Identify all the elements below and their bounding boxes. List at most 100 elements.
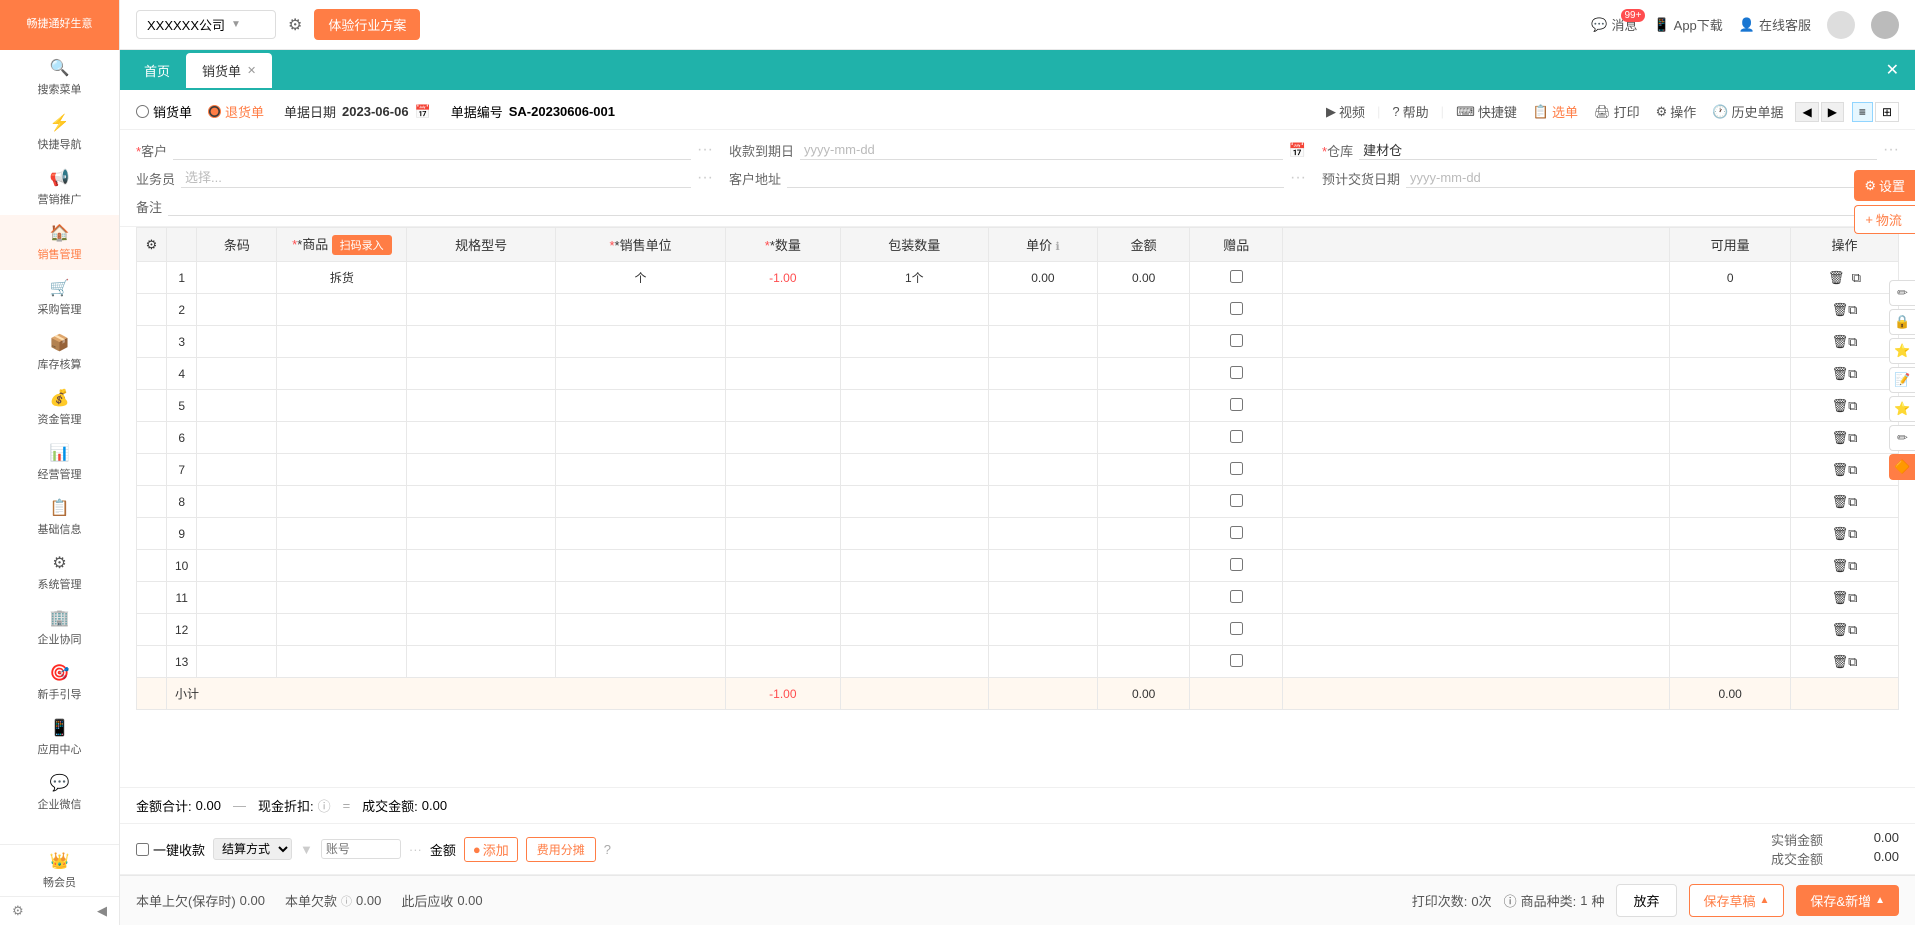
row-amount-cell[interactable]: 0.00 [1097,262,1190,294]
addr-more-icon[interactable]: ··· [1290,169,1306,187]
next-page-button[interactable]: ▶ [1821,102,1844,122]
delete-row-icon[interactable]: 🗑 [1832,558,1849,573]
customer-input[interactable] [173,140,691,160]
copy-row-icon[interactable]: ⧉ [1848,334,1857,349]
customer-addr-input[interactable] [787,168,1284,188]
help-button[interactable]: ? 帮助 [1388,100,1432,123]
warehouse-input[interactable] [1359,140,1877,160]
app-download-button[interactable]: 📱 App下载 [1653,15,1722,34]
sale-radio-input[interactable] [136,105,149,118]
payment-help-icon[interactable]: ? [604,842,611,857]
copy-row-icon[interactable]: ⧉ [1852,270,1861,285]
grid-view-button[interactable]: ⊞ [1875,102,1899,122]
delete-row-icon[interactable]: 🗑 [1832,302,1849,317]
close-all-tabs-button[interactable]: ✕ [1878,56,1907,84]
expected-date-input[interactable] [1406,168,1876,188]
sidebar-item-system[interactable]: ⚙ 系统管理 [0,545,119,600]
copy-row-icon[interactable]: ⧉ [1848,558,1857,573]
row-remark-cell[interactable] [1282,262,1669,294]
salesperson-input[interactable] [181,168,691,188]
fee-split-button[interactable]: 费用分摊 [526,837,596,862]
copy-row-icon[interactable]: ⧉ [1848,302,1857,317]
prev-page-button[interactable]: ◀ [1795,102,1818,122]
delete-row-icon[interactable]: 🗑 [1832,398,1849,413]
sidebar-item-basic[interactable]: 📋 基础信息 [0,490,119,545]
row-gift-cell[interactable] [1190,262,1283,294]
video-button[interactable]: ▶ 视频 [1322,100,1369,123]
sidebar-item-operations[interactable]: 📊 经营管理 [0,435,119,490]
sidebar-item-wechat[interactable]: 💬 企业微信 [0,765,119,820]
copy-row-icon[interactable]: ⧉ [1848,526,1857,541]
tab-close-icon[interactable]: ✕ [247,64,256,77]
float-icon-6[interactable]: ✏ [1889,425,1915,451]
settings-float-button[interactable]: ⚙ 设置 [1854,170,1915,201]
add-payment-button[interactable]: ● 添加 [464,837,518,862]
delete-row-icon[interactable]: 🗑 [1832,654,1849,669]
float-icon-7[interactable]: 🔶 [1889,454,1915,480]
sidebar-item-enterprise[interactable]: 🏢 企业协同 [0,600,119,655]
save-new-button[interactable]: 保存&新增 ▲ [1796,885,1899,916]
account-input[interactable] [321,839,401,859]
delete-row-icon[interactable]: 🗑 [1832,494,1849,509]
shortcut-button[interactable]: ⌨ 快捷键 [1452,100,1521,123]
sidebar-item-inventory[interactable]: 📦 库存核算 [0,325,119,380]
delete-row-icon[interactable]: 🗑 [1832,366,1849,381]
float-icon-5[interactable]: ⭐ [1889,396,1915,422]
float-icon-1[interactable]: ✏ [1889,280,1915,306]
user-avatar2[interactable] [1871,11,1899,39]
copy-row-icon[interactable]: ⧉ [1848,366,1857,381]
delete-row-icon[interactable]: 🗑 [1832,590,1849,605]
debt-help-icon[interactable]: ⓘ [341,893,352,909]
float-icon-2[interactable]: 🔒 [1889,309,1915,335]
sidebar-item-marketing[interactable]: 📢 营销推广 [0,160,119,215]
return-radio-input[interactable] [208,105,221,118]
note-input[interactable] [168,196,1899,216]
row-qty-cell[interactable]: -1.00 [726,262,840,294]
gift-checkbox[interactable] [1230,398,1243,411]
row-pkgqty-cell[interactable]: 1个 [840,262,989,294]
copy-row-icon[interactable]: ⧉ [1848,398,1857,413]
gift-checkbox[interactable] [1230,526,1243,539]
user-avatar[interactable] [1827,11,1855,39]
delete-row-icon[interactable]: 🗑 [1832,622,1849,637]
copy-row-icon[interactable]: ⧉ [1848,430,1857,445]
salesperson-more-icon[interactable]: ··· [697,169,713,187]
discard-button[interactable]: 放弃 [1616,884,1676,917]
gift-checkbox[interactable] [1230,270,1243,283]
copy-row-icon[interactable]: ⧉ [1848,622,1857,637]
online-service-button[interactable]: 👤 在线客服 [1739,15,1811,34]
due-date-calendar-icon[interactable]: 📅 [1289,142,1306,159]
list-view-button[interactable]: ≡ [1852,102,1873,122]
one-click-checkbox-input[interactable] [136,843,149,856]
print-button[interactable]: 🖨 打印 [1590,100,1644,123]
warehouse-more-icon[interactable]: ··· [1883,141,1899,159]
delete-row-icon[interactable]: 🗑 [1832,430,1849,445]
company-selector[interactable]: XXXXXX公司 ▼ [136,10,276,39]
gift-checkbox[interactable] [1230,494,1243,507]
sidebar-item-guide[interactable]: 🎯 新手引导 [0,655,119,710]
due-date-input[interactable] [800,140,1283,160]
copy-row-icon[interactable]: ⧉ [1848,590,1857,605]
row-spec-cell[interactable] [407,262,556,294]
scan-button[interactable]: 扫码录入 [332,235,392,255]
account-more-icon[interactable]: ··· [409,842,422,857]
gift-checkbox[interactable] [1230,302,1243,315]
gift-checkbox[interactable] [1230,558,1243,571]
gift-checkbox[interactable] [1230,654,1243,667]
sidebar-settings-icon[interactable]: ⚙ [12,903,24,919]
history-button[interactable]: 🕐 历史单据 [1708,100,1787,123]
customer-more-icon[interactable]: ··· [697,141,713,159]
help-circle-icon[interactable]: ⓘ [318,796,331,815]
trial-button[interactable]: 体验行业方案 [314,9,420,40]
copy-row-icon[interactable]: ⧉ [1848,654,1857,669]
message-button[interactable]: 💬 消息 99+ [1591,15,1637,34]
copy-row-icon[interactable]: ⧉ [1848,494,1857,509]
sidebar-item-finance[interactable]: 💰 资金管理 [0,380,119,435]
tab-sale-order[interactable]: 销货单 ✕ [186,53,272,88]
delete-row-icon[interactable]: 🗑 [1832,462,1849,477]
sidebar-item-appstore[interactable]: 📱 应用中心 [0,710,119,765]
logistics-float-button[interactable]: + 物流 [1854,205,1915,234]
calendar-icon[interactable]: 📅 [415,104,431,120]
sidebar-item-sales[interactable]: 🏠 销售管理 [0,215,119,270]
select-order-button[interactable]: 📋 选单 [1529,100,1582,123]
